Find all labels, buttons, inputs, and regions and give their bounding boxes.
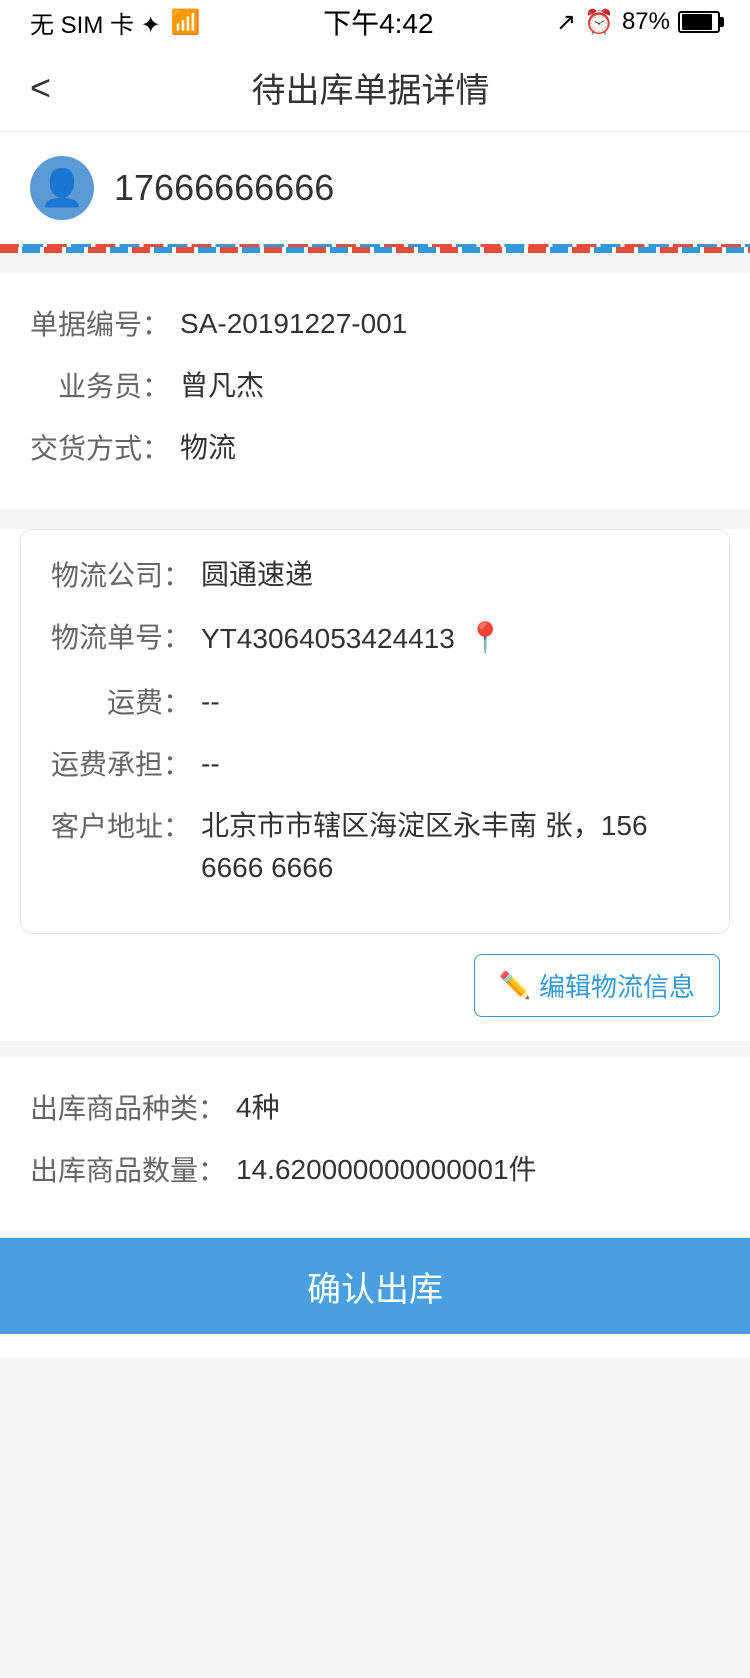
customer-header-section: 👤 17666666666: [0, 132, 750, 253]
avatar: 👤: [30, 156, 94, 220]
confirm-button[interactable]: 确认出库: [0, 1238, 750, 1334]
logistics-tracking-row: 物流单号： YT43064053424413 📍: [51, 616, 699, 661]
address-row: 客户地址： 北京市市辖区海淀区永丰南 张，156 6666 6666: [51, 805, 699, 889]
logistics-wrapper: 物流公司： 圆通速递 物流单号： YT43064053424413 📍 运费： …: [0, 529, 750, 1041]
logistics-company-row: 物流公司： 圆通速递: [51, 554, 699, 596]
freight-bear-row: 运费承担： --: [51, 743, 699, 785]
logistics-tracking-label: 物流单号：: [51, 616, 191, 656]
status-time: 下午4:42: [323, 2, 434, 42]
agent-label: 业务员：: [30, 365, 170, 405]
document-number-value: SA-20191227-001: [180, 303, 720, 345]
agent-value: 曾凡杰: [180, 365, 720, 407]
delivery-label: 交货方式：: [30, 427, 170, 467]
alarm-icon: ⏰: [584, 8, 614, 37]
document-number-row: 单据编号： SA-20191227-001: [30, 303, 720, 345]
page-title: 待出库单据详情: [71, 63, 670, 112]
customer-phone: 17666666666: [114, 167, 334, 209]
freight-bear-label: 运费承担：: [51, 743, 191, 783]
edit-logistics-button[interactable]: ✏️ 编辑物流信息: [474, 954, 720, 1017]
status-left: 无 SIM 卡 ✦ 📶: [30, 5, 201, 40]
person-icon: 👤: [40, 167, 85, 209]
goods-section: 出库商品种类： 4种 出库商品数量： 14.620000000000001件: [0, 1057, 750, 1231]
back-button[interactable]: <: [30, 57, 71, 119]
delivery-row: 交货方式： 物流: [30, 427, 720, 469]
edit-btn-row: ✏️ 编辑物流信息: [0, 934, 750, 1041]
bottom-space: [0, 1378, 750, 1578]
goods-quantity-row: 出库商品数量： 14.620000000000001件: [30, 1149, 720, 1191]
dashed-divider: [0, 247, 750, 253]
customer-header: 👤 17666666666: [0, 132, 750, 247]
agent-row: 业务员： 曾凡杰: [30, 365, 720, 407]
status-bar: 无 SIM 卡 ✦ 📶 下午4:42 ↗ ⏰ 87%: [0, 0, 750, 44]
address-value: 北京市市辖区海淀区永丰南 张，156 6666 6666: [201, 805, 699, 889]
wifi-icon: 📶: [171, 8, 201, 37]
logistics-company-label: 物流公司：: [51, 554, 191, 594]
tracking-number-text: YT43064053424413: [201, 618, 455, 660]
document-info-section: 单据编号： SA-20191227-001 业务员： 曾凡杰 交货方式： 物流: [0, 273, 750, 509]
document-number-label: 单据编号：: [30, 303, 170, 343]
battery-percent: 87%: [622, 8, 670, 36]
freight-row: 运费： --: [51, 681, 699, 723]
goods-types-row: 出库商品种类： 4种: [30, 1087, 720, 1129]
freight-bear-value: --: [201, 743, 699, 785]
back-icon: <: [30, 67, 51, 108]
nav-bar: < 待出库单据详情: [0, 44, 750, 132]
goods-quantity-value: 14.620000000000001件: [236, 1149, 720, 1191]
logistics-company-value: 圆通速递: [201, 554, 699, 596]
edit-icon: ✏️: [499, 970, 531, 1001]
delivery-value: 物流: [180, 427, 720, 469]
separator-1: [0, 1041, 750, 1057]
address-label: 客户地址：: [51, 805, 191, 845]
goods-types-label: 出库商品种类：: [30, 1087, 226, 1127]
edit-logistics-label: 编辑物流信息: [539, 967, 695, 1004]
status-right: ↗ ⏰ 87%: [556, 8, 720, 37]
logistics-tracking-value: YT43064053424413 📍: [201, 616, 699, 661]
confirm-label: 确认出库: [307, 1262, 443, 1311]
map-pin-icon[interactable]: 📍: [467, 616, 504, 661]
sim-status: 无 SIM 卡 ✦: [30, 5, 161, 40]
battery-indicator: [678, 11, 720, 33]
freight-label: 运费：: [51, 681, 191, 721]
goods-quantity-label: 出库商品数量：: [30, 1149, 226, 1189]
location-status-icon: ↗: [556, 8, 576, 37]
freight-value: --: [201, 681, 699, 723]
logistics-card: 物流公司： 圆通速递 物流单号： YT43064053424413 📍 运费： …: [20, 529, 730, 934]
goods-types-value: 4种: [236, 1087, 720, 1129]
